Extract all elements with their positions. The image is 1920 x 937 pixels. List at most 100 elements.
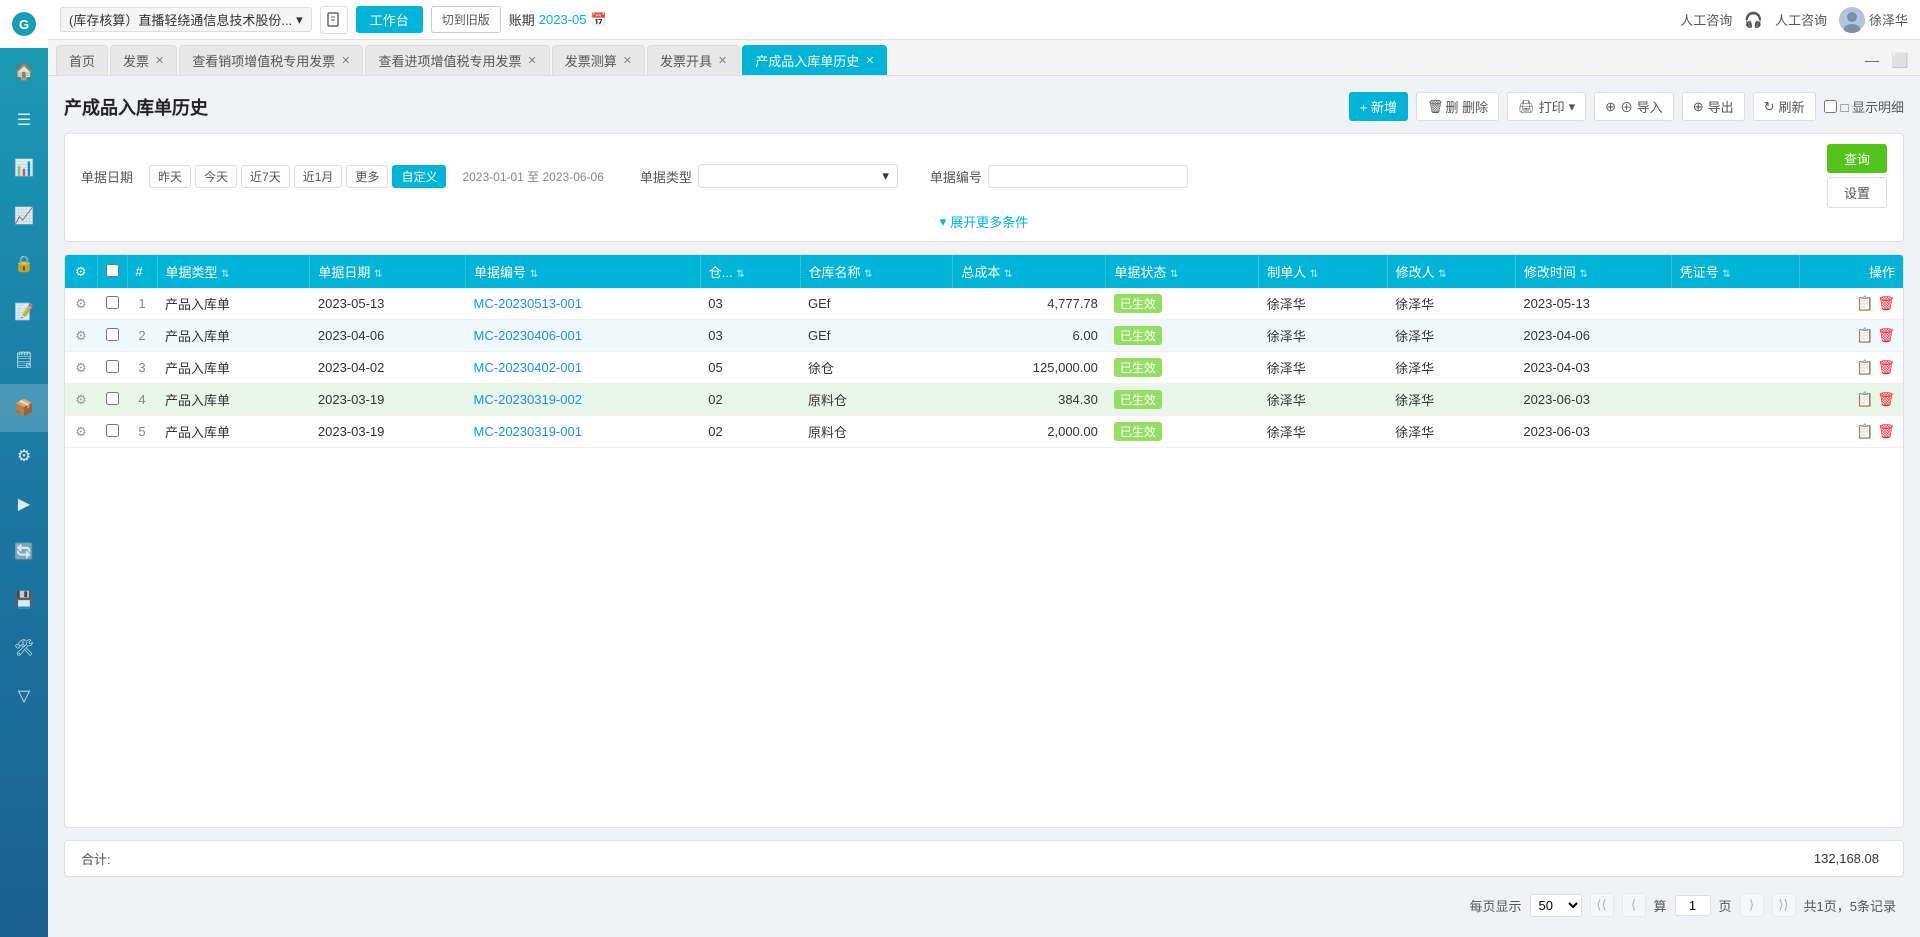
import-button[interactable]: ⊕ ⊕ 导入 xyxy=(1594,92,1674,121)
sidebar-item-more[interactable]: ▽ xyxy=(0,672,48,720)
row-number[interactable]: MC-20230319-002 xyxy=(466,384,701,416)
th-settings[interactable]: ⚙ xyxy=(65,255,97,288)
expand-btn[interactable]: ▾ 展开更多条件 xyxy=(81,212,1887,231)
row-checkbox-cell[interactable] xyxy=(97,416,127,448)
sidebar-item-note[interactable]: 🗒 xyxy=(0,336,48,384)
show-detail-input[interactable] xyxy=(1824,100,1837,113)
th-checkbox[interactable] xyxy=(97,255,127,288)
row-checkbox-cell[interactable] xyxy=(97,288,127,320)
row-checkbox[interactable] xyxy=(106,296,119,309)
page-size-select[interactable]: 50 20 100 xyxy=(1530,894,1582,917)
row-delete-icon[interactable]: 🗑 xyxy=(1877,327,1895,343)
more-btn[interactable]: 更多 xyxy=(346,165,388,188)
next-page-btn[interactable]: ⟩ xyxy=(1740,893,1764,917)
last-page-btn[interactable]: ⟩⟩ xyxy=(1772,893,1796,917)
print-button[interactable]: 🖨 打印 ▾ xyxy=(1507,92,1586,121)
sidebar-item-lock[interactable]: 🔒 xyxy=(0,240,48,288)
row-number-link[interactable]: MC-20230319-001 xyxy=(474,424,582,439)
tab-invoice-issue[interactable]: 发票开具 ✕ xyxy=(647,45,740,75)
row-checkbox[interactable] xyxy=(106,392,119,405)
today-btn[interactable]: 今天 xyxy=(195,165,237,188)
th-warehouse-name[interactable]: 仓库名称 ⇅ xyxy=(800,255,953,288)
tab-invoice-calc[interactable]: 发票测算 ✕ xyxy=(552,45,645,75)
row-edit-icon[interactable]: 📋 xyxy=(1856,359,1873,375)
sidebar-item-doc[interactable]: 📝 xyxy=(0,288,48,336)
row-edit-icon[interactable]: 📋 xyxy=(1856,423,1873,439)
row-checkbox[interactable] xyxy=(106,328,119,341)
row-number[interactable]: MC-20230406-001 xyxy=(466,320,701,352)
row-checkbox-cell[interactable] xyxy=(97,352,127,384)
tab-invoice-issue-close[interactable]: ✕ xyxy=(718,54,727,67)
company-selector[interactable]: (库存核算）直播轻绕通信息技术股份... ▾ xyxy=(60,7,312,32)
consultant-label[interactable]: 人工咨询 xyxy=(1775,10,1827,29)
row-number-link[interactable]: MC-20230402-001 xyxy=(474,360,582,375)
th-status[interactable]: 单据状态 ⇅ xyxy=(1106,255,1259,288)
row-checkbox-cell[interactable] xyxy=(97,384,127,416)
tab-minimize-btn[interactable]: — xyxy=(1860,48,1884,72)
sidebar-item-home[interactable]: 🏠 xyxy=(0,48,48,96)
yesterday-btn[interactable]: 昨天 xyxy=(149,165,191,188)
row-delete-icon[interactable]: 🗑 xyxy=(1877,295,1895,311)
row-gear[interactable]: ⚙ xyxy=(65,288,97,320)
tab-home[interactable]: 首页 xyxy=(56,45,108,75)
th-type[interactable]: 单据类型 ⇅ xyxy=(157,255,310,288)
row-edit-icon[interactable]: 📋 xyxy=(1856,327,1873,343)
row-checkbox-cell[interactable] xyxy=(97,320,127,352)
th-modifier[interactable]: 修改人 ⇅ xyxy=(1387,255,1515,288)
sidebar-item-inventory[interactable]: 📦 xyxy=(0,384,48,432)
sidebar-item-report[interactable]: 📊 xyxy=(0,144,48,192)
prev-page-btn[interactable]: ⟨ xyxy=(1622,893,1646,917)
sidebar-item-sync[interactable]: 🔄 xyxy=(0,528,48,576)
row-delete-icon[interactable]: 🗑 xyxy=(1877,391,1895,407)
sidebar-item-menu[interactable]: ☰ xyxy=(0,96,48,144)
number-input[interactable] xyxy=(988,165,1188,188)
page-number-input[interactable] xyxy=(1675,895,1711,916)
tab-sale-invoice[interactable]: 查看销项增值税专用发票 ✕ xyxy=(179,45,363,75)
tab-purchase-invoice-close[interactable]: ✕ xyxy=(528,54,537,67)
th-number[interactable]: 单据编号 ⇅ xyxy=(466,255,701,288)
row-edit-icon[interactable]: 📋 xyxy=(1856,295,1873,311)
set-button[interactable]: 设置 xyxy=(1827,177,1887,208)
type-select[interactable]: ▾ xyxy=(698,164,898,188)
row-checkbox[interactable] xyxy=(106,424,119,437)
first-page-btn[interactable]: ⟨⟨ xyxy=(1590,893,1614,917)
row-edit-icon[interactable]: 📋 xyxy=(1856,391,1873,407)
tab-product-inbound[interactable]: 产成品入库单历史 ✕ xyxy=(742,45,887,75)
user-menu[interactable]: 徐泽华 xyxy=(1839,7,1908,33)
row-checkbox[interactable] xyxy=(106,360,119,373)
th-voucher[interactable]: 凭证号 ⇅ xyxy=(1671,255,1799,288)
th-date[interactable]: 单据日期 ⇅ xyxy=(310,255,466,288)
row-number[interactable]: MC-20230402-001 xyxy=(466,352,701,384)
workbench-button[interactable]: 工作台 xyxy=(356,6,423,33)
row-delete-icon[interactable]: 🗑 xyxy=(1877,359,1895,375)
row-gear[interactable]: ⚙ xyxy=(65,384,97,416)
document-icon-btn[interactable] xyxy=(320,6,348,34)
row-number[interactable]: MC-20230319-001 xyxy=(466,416,701,448)
sidebar-item-save[interactable]: 💾 xyxy=(0,576,48,624)
row-number-link[interactable]: MC-20230406-001 xyxy=(474,328,582,343)
new-button[interactable]: + 新增 xyxy=(1349,92,1408,121)
sidebar-item-play[interactable]: ▶ xyxy=(0,480,48,528)
row-gear[interactable]: ⚙ xyxy=(65,416,97,448)
delete-button[interactable]: 🗑 删 删除 xyxy=(1416,92,1499,121)
th-total-cost[interactable]: 总成本 ⇅ xyxy=(953,255,1106,288)
tab-purchase-invoice[interactable]: 查看进项增值税专用发票 ✕ xyxy=(365,45,549,75)
calendar-icon[interactable]: 📅 xyxy=(590,12,606,28)
th-warehouse-code[interactable]: 仓... ⇅ xyxy=(700,255,800,288)
row-number[interactable]: MC-20230513-001 xyxy=(466,288,701,320)
tab-sale-invoice-close[interactable]: ✕ xyxy=(341,54,350,67)
custom-btn[interactable]: 自定义 xyxy=(392,165,446,188)
sidebar-item-tools[interactable]: 🛠 xyxy=(0,624,48,672)
sidebar-item-chart[interactable]: 📈 xyxy=(0,192,48,240)
switch-button[interactable]: 切到旧版 xyxy=(431,6,501,33)
th-creator[interactable]: 制单人 ⇅ xyxy=(1259,255,1387,288)
1month-btn[interactable]: 近1月 xyxy=(294,165,343,188)
sidebar-item-settings[interactable]: ⚙ xyxy=(0,432,48,480)
tab-invoice-close[interactable]: ✕ xyxy=(155,54,164,67)
refresh-button[interactable]: ↻ 刷新 xyxy=(1753,92,1816,121)
tab-invoice-calc-close[interactable]: ✕ xyxy=(623,54,632,67)
row-number-link[interactable]: MC-20230319-002 xyxy=(474,392,582,407)
7days-btn[interactable]: 近7天 xyxy=(241,165,290,188)
row-number-link[interactable]: MC-20230513-001 xyxy=(474,296,582,311)
consultant-btn[interactable]: 人工咨询 xyxy=(1680,10,1732,29)
